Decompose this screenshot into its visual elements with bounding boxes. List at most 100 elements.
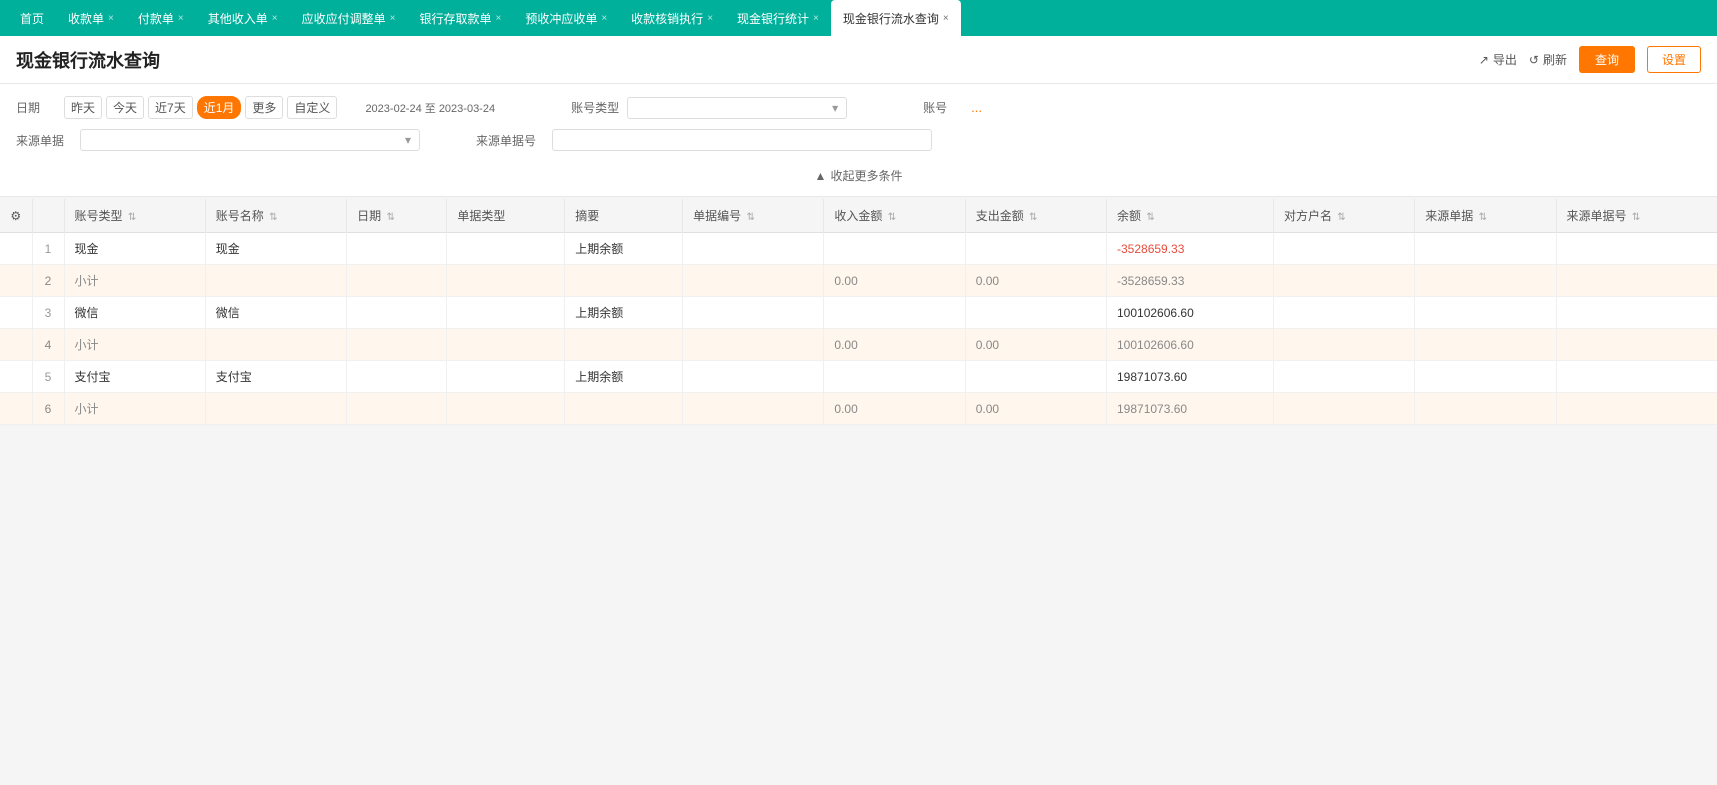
filter-area: 日期 昨天 今天 近7天 近1月 更多 自定义 2023-02-24 至 202…	[0, 84, 1717, 197]
date-btn-custom[interactable]: 自定义	[287, 96, 337, 119]
source-doc-select[interactable]: ▾	[80, 129, 420, 151]
query-button[interactable]: 查询	[1579, 46, 1635, 73]
nav-tab-1[interactable]: 付款单 ×	[126, 0, 196, 36]
cell-balance: 100102606.60	[1107, 297, 1274, 329]
col-account-name[interactable]: 账号名称 ⇅	[205, 199, 346, 233]
cell-doc-no	[683, 265, 824, 297]
cell-date	[347, 393, 447, 425]
cell-gear	[0, 361, 32, 393]
nav-home[interactable]: 首页	[8, 0, 56, 36]
chevron-down-icon-2: ▾	[405, 133, 411, 147]
cell-expense: 0.00	[965, 329, 1106, 361]
nav-tab-3[interactable]: 应收应付调整单 ×	[290, 0, 408, 36]
col-counterparty[interactable]: 对方户名 ⇅	[1273, 199, 1414, 233]
page-title: 现金银行流水查询	[16, 47, 160, 73]
cell-expense	[965, 233, 1106, 265]
cell-summary: 上期余额	[565, 233, 683, 265]
cell-doc-no	[683, 361, 824, 393]
nav-tab-4[interactable]: 银行存取款单 ×	[407, 0, 513, 36]
cell-income: 0.00	[824, 393, 965, 425]
cell-account-type: 小计	[64, 265, 205, 297]
cell-doc-type	[447, 297, 565, 329]
table-row: 5 支付宝 支付宝 上期余额 19871073.60	[0, 361, 1717, 393]
cell-source-doc-no	[1556, 265, 1717, 297]
cell-summary	[565, 393, 683, 425]
refresh-button[interactable]: ↺ 刷新	[1529, 51, 1567, 68]
cell-doc-no	[683, 297, 824, 329]
close-tab-4[interactable]: ×	[495, 13, 501, 24]
cell-account-name	[205, 265, 346, 297]
col-doc-no[interactable]: 单据编号 ⇅	[683, 199, 824, 233]
top-nav: 首页 收款单 × 付款单 × 其他收入单 × 应收应付调整单 × 银行存取款单 …	[0, 0, 1717, 36]
table-row: 2 小计 0.00 0.00 -3528659.33	[0, 265, 1717, 297]
account-type-select[interactable]: ▾	[627, 97, 847, 119]
account-type-label: 账号类型	[571, 99, 619, 116]
cell-doc-no	[683, 329, 824, 361]
cell-expense	[965, 361, 1106, 393]
cell-summary: 上期余额	[565, 361, 683, 393]
account-more-btn[interactable]: ...	[971, 100, 982, 115]
col-account-type[interactable]: 账号类型 ⇅	[64, 199, 205, 233]
table-row: 1 现金 现金 上期余额 -3528659.33	[0, 233, 1717, 265]
collapse-bar[interactable]: ▲ 收起更多条件	[16, 161, 1701, 188]
col-doc-type: 单据类型	[447, 199, 565, 233]
col-source-doc-no[interactable]: 来源单据号 ⇅	[1556, 199, 1717, 233]
close-tab-2[interactable]: ×	[272, 13, 278, 24]
col-balance[interactable]: 余额 ⇅	[1107, 199, 1274, 233]
close-tab-8[interactable]: ×	[943, 13, 949, 24]
cell-income	[824, 297, 965, 329]
chevron-down-icon: ▾	[832, 101, 838, 115]
cell-date	[347, 329, 447, 361]
col-expense[interactable]: 支出金额 ⇅	[965, 199, 1106, 233]
cell-income	[824, 361, 965, 393]
close-tab-1[interactable]: ×	[178, 13, 184, 24]
cell-date	[347, 265, 447, 297]
nav-tab-5[interactable]: 预收冲应收单 ×	[513, 0, 619, 36]
nav-tab-7[interactable]: 现金银行统计 ×	[725, 0, 831, 36]
export-button[interactable]: ↗ 导出	[1479, 51, 1517, 68]
cell-source-doc	[1415, 393, 1556, 425]
nav-tab-0[interactable]: 收款单 ×	[56, 0, 126, 36]
table-wrap: ⚙ 账号类型 ⇅ 账号名称 ⇅ 日期 ⇅ 单据类型 摘要 单据编号 ⇅ 收入金额…	[0, 199, 1717, 425]
cell-account-name: 现金	[205, 233, 346, 265]
cell-doc-type	[447, 329, 565, 361]
cell-num: 3	[32, 297, 64, 329]
close-tab-3[interactable]: ×	[390, 13, 396, 24]
date-btn-today[interactable]: 今天	[106, 96, 144, 119]
date-btn-yesterday[interactable]: 昨天	[64, 96, 102, 119]
settings-button[interactable]: 设置	[1647, 46, 1701, 73]
col-settings[interactable]: ⚙	[0, 199, 32, 233]
nav-tab-6[interactable]: 收款核销执行 ×	[619, 0, 725, 36]
col-source-doc[interactable]: 来源单据 ⇅	[1415, 199, 1556, 233]
cell-summary	[565, 265, 683, 297]
cell-account-type: 微信	[64, 297, 205, 329]
cell-account-type: 现金	[64, 233, 205, 265]
cell-balance: 100102606.60	[1107, 329, 1274, 361]
col-num	[32, 199, 64, 233]
col-summary: 摘要	[565, 199, 683, 233]
table-header-row: ⚙ 账号类型 ⇅ 账号名称 ⇅ 日期 ⇅ 单据类型 摘要 单据编号 ⇅ 收入金额…	[0, 199, 1717, 233]
date-btn-more[interactable]: 更多	[245, 96, 283, 119]
cell-source-doc-no	[1556, 297, 1717, 329]
cell-counterparty	[1273, 297, 1414, 329]
close-tab-5[interactable]: ×	[601, 13, 607, 24]
nav-tab-2[interactable]: 其他收入单 ×	[196, 0, 290, 36]
col-income[interactable]: 收入金额 ⇅	[824, 199, 965, 233]
filter-row-2: 来源单据 ▾ 来源单据号	[16, 129, 1701, 151]
collapse-up-icon: ▲	[815, 169, 827, 183]
date-btn-7days[interactable]: 近7天	[148, 96, 193, 119]
table-row: 3 微信 微信 上期余额 100102606.60	[0, 297, 1717, 329]
close-tab-0[interactable]: ×	[108, 13, 114, 24]
cell-gear	[0, 233, 32, 265]
cell-account-type: 支付宝	[64, 361, 205, 393]
cell-num: 5	[32, 361, 64, 393]
close-tab-7[interactable]: ×	[813, 13, 819, 24]
close-tab-6[interactable]: ×	[707, 13, 713, 24]
source-doc-no-input[interactable]	[552, 129, 932, 151]
date-btn-1month[interactable]: 近1月	[197, 96, 242, 119]
col-date[interactable]: 日期 ⇅	[347, 199, 447, 233]
nav-tab-8[interactable]: 现金银行流水查询 ×	[831, 0, 961, 36]
filter-row-1: 日期 昨天 今天 近7天 近1月 更多 自定义 2023-02-24 至 202…	[16, 96, 1701, 119]
cell-expense	[965, 297, 1106, 329]
header-actions: ↗ 导出 ↺ 刷新 查询 设置	[1479, 46, 1701, 73]
